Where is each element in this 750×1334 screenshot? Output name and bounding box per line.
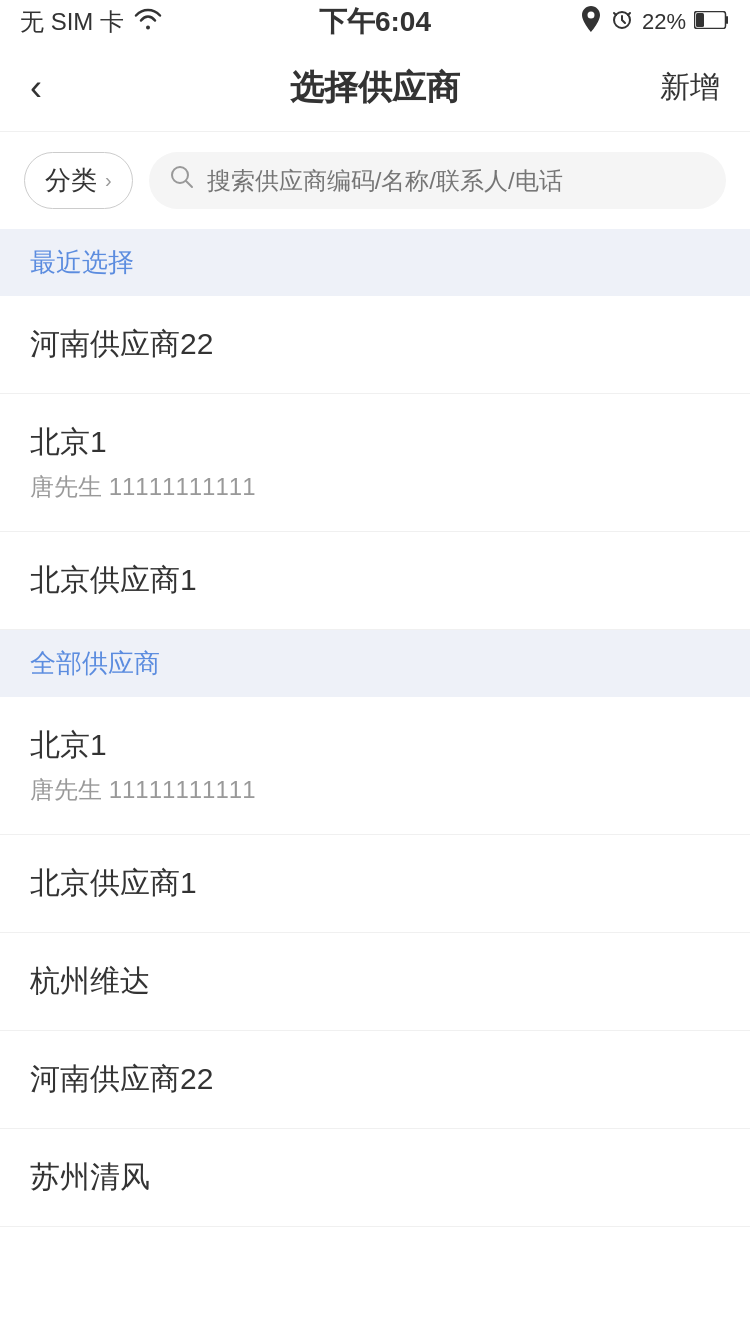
filter-bar: 分类 › [0, 132, 750, 229]
all-section-header: 全部供应商 [0, 630, 750, 697]
list-item[interactable]: 北京供应商1 [0, 835, 750, 933]
status-bar: 无 SIM 卡 下午6:04 22% [0, 0, 750, 44]
list-item[interactable]: 苏州清风 [0, 1129, 750, 1227]
list-item[interactable]: 北京1 唐先生 11111111111 [0, 394, 750, 532]
list-item[interactable]: 杭州维达 [0, 933, 750, 1031]
all-section-label: 全部供应商 [30, 648, 160, 678]
supplier-name: 北京1 [30, 725, 720, 766]
recent-section-header: 最近选择 [0, 229, 750, 296]
supplier-name: 北京供应商1 [30, 560, 720, 601]
search-input[interactable] [207, 167, 706, 195]
nav-bar: ‹ 选择供应商 新增 [0, 44, 750, 132]
wifi-icon [134, 8, 162, 36]
supplier-name: 河南供应商22 [30, 1059, 720, 1100]
recent-section-label: 最近选择 [30, 247, 134, 277]
supplier-contact: 唐先生 11111111111 [30, 471, 720, 503]
list-item[interactable]: 河南供应商22 [0, 296, 750, 394]
battery-icon [694, 9, 730, 35]
supplier-name: 杭州维达 [30, 961, 720, 1002]
supplier-name: 河南供应商22 [30, 324, 720, 365]
carrier-text: 无 SIM 卡 [20, 6, 124, 38]
svg-rect-2 [696, 13, 704, 27]
battery-text: 22% [642, 9, 686, 35]
add-button[interactable]: 新增 [660, 67, 720, 108]
supplier-contact: 唐先生 11111111111 [30, 774, 720, 806]
category-label: 分类 [45, 163, 97, 198]
page-title: 选择供应商 [290, 65, 460, 111]
list-item[interactable]: 河南供应商22 [0, 1031, 750, 1129]
list-item[interactable]: 北京1 唐先生 11111111111 [0, 697, 750, 835]
supplier-name: 苏州清风 [30, 1157, 720, 1198]
status-time: 下午6:04 [319, 3, 431, 41]
all-list: 北京1 唐先生 11111111111 北京供应商1 杭州维达河南供应商22 苏州清风 [0, 697, 750, 1227]
alarm-icon [610, 7, 634, 37]
status-right: 22% [580, 6, 730, 38]
back-button[interactable]: ‹ [30, 67, 90, 109]
list-item[interactable]: 北京供应商1 [0, 532, 750, 630]
search-box [149, 152, 726, 209]
search-icon [169, 164, 195, 197]
category-filter-button[interactable]: 分类 › [24, 152, 133, 209]
supplier-name: 北京供应商1 [30, 863, 720, 904]
recent-list: 河南供应商22 北京1 唐先生 11111111111 北京供应商1 [0, 296, 750, 630]
status-left: 无 SIM 卡 [20, 6, 162, 38]
supplier-name: 北京1 [30, 422, 720, 463]
location-icon [580, 6, 602, 38]
chevron-right-icon: › [105, 169, 112, 192]
